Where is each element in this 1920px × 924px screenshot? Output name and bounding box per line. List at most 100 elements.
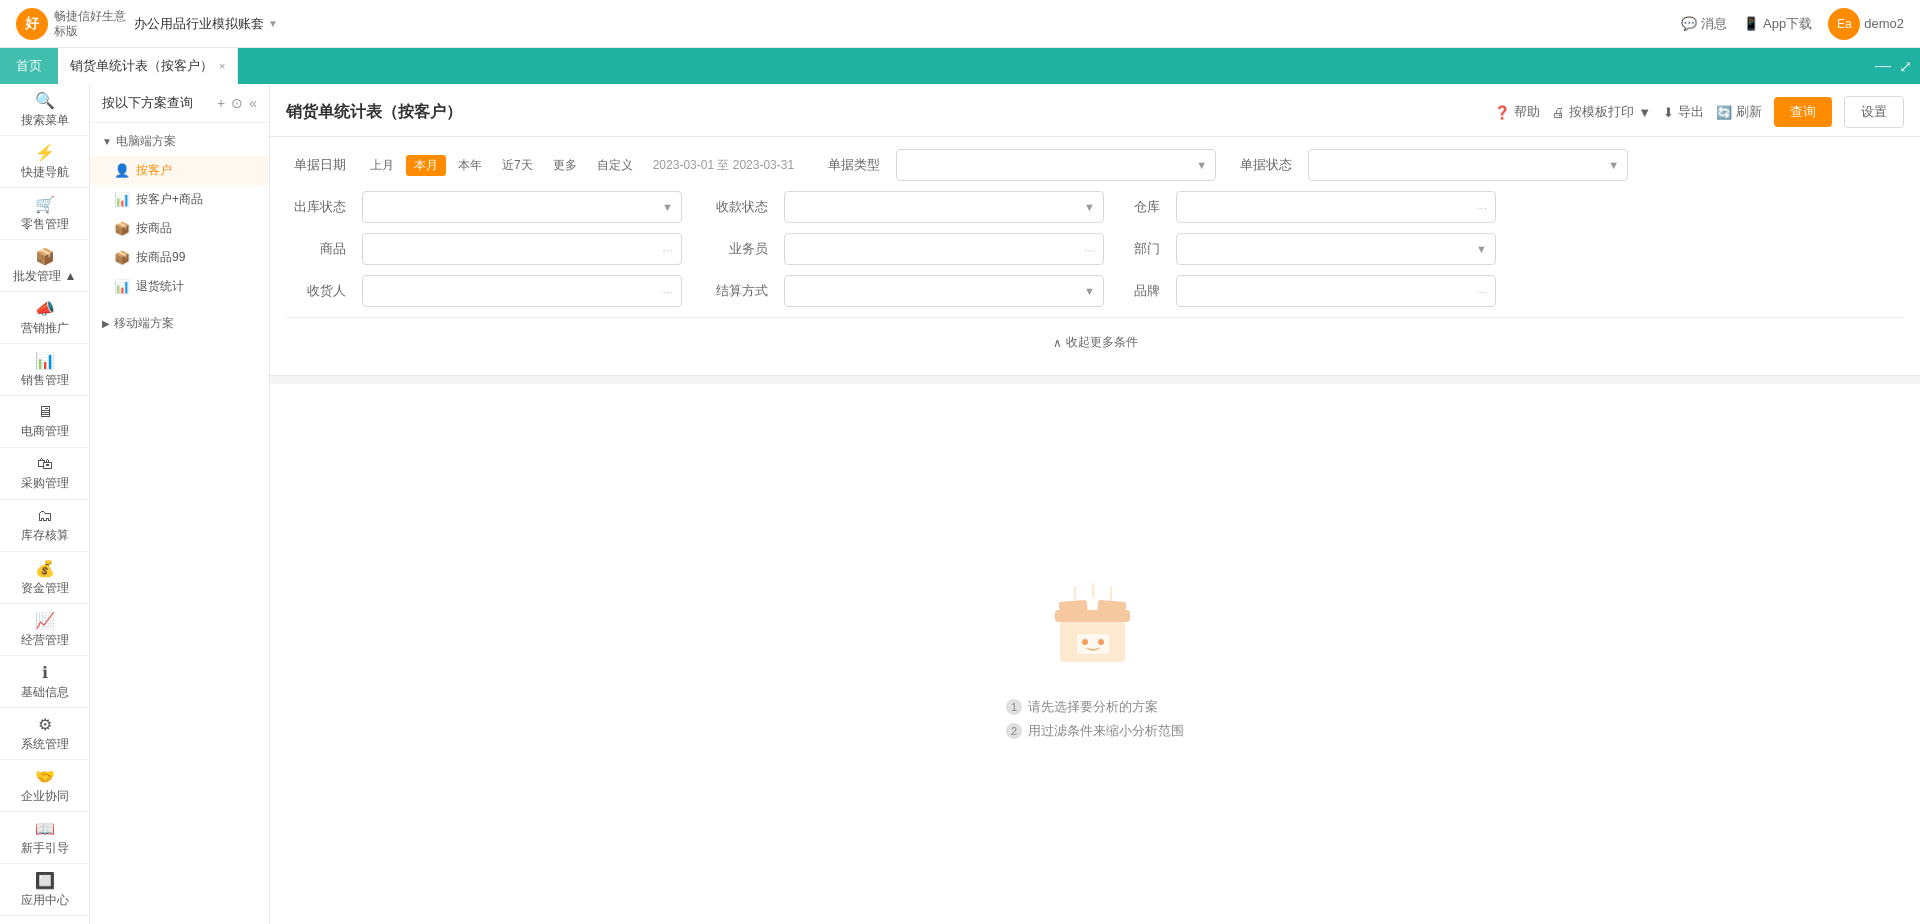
- svg-rect-3: [1055, 610, 1130, 622]
- scheme-by-goods99[interactable]: 📦 按商品99: [90, 243, 269, 272]
- tab-maximize-icon[interactable]: ⤢: [1899, 57, 1912, 76]
- date-tab-7days[interactable]: 近7天: [494, 155, 541, 176]
- warehouse-select[interactable]: ···: [1176, 191, 1496, 223]
- app-download-button[interactable]: 📱 App下载: [1743, 15, 1812, 33]
- expand-icon: ▲: [65, 269, 77, 283]
- logo-icon: 好: [16, 8, 48, 40]
- empty-tip-1: 1 请先选择要分析的方案: [1006, 698, 1184, 716]
- sidebar-item-ecommerce[interactable]: 🖥 电商管理: [0, 396, 89, 448]
- sidebar-item-inventory[interactable]: 🗂 库存核算: [0, 500, 89, 552]
- goods-select[interactable]: ···: [362, 233, 682, 265]
- settlement-select[interactable]: ▼: [784, 275, 1104, 307]
- stock-status-select[interactable]: ▼: [362, 191, 682, 223]
- search-icon: 🔍: [35, 91, 55, 110]
- payment-status-select[interactable]: ▼: [784, 191, 1104, 223]
- tab-minimize-icon[interactable]: —: [1875, 57, 1891, 75]
- filter-row-1: 单据日期 上月 本月 本年 近7天 更多 自定义 2023-03-01 至 20…: [286, 149, 1904, 181]
- sidebar-item-wholesale[interactable]: 📦 批发管理 ▲: [0, 240, 89, 292]
- tab-close-icon[interactable]: ×: [219, 60, 225, 72]
- sidebar-item-retail[interactable]: 🛒 零售管理: [0, 188, 89, 240]
- logo-area: 好 畅捷信好生意 标版: [16, 8, 126, 40]
- desktop-scheme-header[interactable]: ▼ 电脑端方案: [90, 127, 269, 156]
- customer-goods-icon: 📊: [114, 192, 130, 207]
- order-type-arrow-icon: ▼: [1196, 159, 1207, 171]
- sidebar-item-wechat[interactable]: 💬 企业微信: [0, 916, 89, 924]
- message-button[interactable]: 💬 消息: [1681, 15, 1727, 33]
- sidebar-item-sales[interactable]: 📊 销售管理: [0, 344, 89, 396]
- main-layout: 🔍 搜索菜单 ⚡ 快捷导航 🛒 零售管理 📦 批发管理 ▲ 📣 营销推广 📊 销…: [0, 84, 1920, 924]
- query-button[interactable]: 查询: [1774, 97, 1832, 127]
- sidebar-item-purchase[interactable]: 🛍 采购管理: [0, 448, 89, 500]
- print-button[interactable]: 🖨 按模板打印 ▼: [1552, 103, 1651, 121]
- department-select[interactable]: ▼: [1176, 233, 1496, 265]
- mobile-scheme-header[interactable]: ▶ 移动端方案: [90, 309, 269, 338]
- scheme-by-customer-goods[interactable]: 📊 按客户+商品: [90, 185, 269, 214]
- salesperson-select[interactable]: ···: [784, 233, 1104, 265]
- scheme-by-goods[interactable]: 📦 按商品: [90, 214, 269, 243]
- date-tab-more[interactable]: 更多: [545, 155, 585, 176]
- date-label: 单据日期: [286, 156, 346, 174]
- sidebar-item-quicknav[interactable]: ⚡ 快捷导航: [0, 136, 89, 188]
- brand-dots-icon: ···: [1476, 284, 1487, 299]
- empty-svg-illustration: [1045, 572, 1145, 672]
- add-scheme-button[interactable]: +: [217, 95, 225, 111]
- order-type-label: 单据类型: [810, 156, 880, 174]
- help-button[interactable]: ❓ 帮助: [1494, 103, 1540, 121]
- left-panel-header: 按以下方案查询 + ⊙ «: [90, 84, 269, 123]
- date-tab-thismonth[interactable]: 本月: [406, 155, 446, 176]
- filter-area: 单据日期 上月 本月 本年 近7天 更多 自定义 2023-03-01 至 20…: [270, 137, 1920, 376]
- receiver-dots-icon: ···: [662, 284, 673, 299]
- quicknav-icon: ⚡: [35, 143, 55, 162]
- export-button[interactable]: ⬇ 导出: [1663, 103, 1704, 121]
- logo-text: 畅捷信好生意 标版: [54, 9, 126, 38]
- payment-status-arrow-icon: ▼: [1084, 201, 1095, 213]
- scheme-return-stats[interactable]: 📊 退货统计: [90, 272, 269, 301]
- date-tab-thisyear[interactable]: 本年: [450, 155, 490, 176]
- receiver-select[interactable]: ···: [362, 275, 682, 307]
- return-stats-icon: 📊: [114, 279, 130, 294]
- content-area: 销货单统计表（按客户） ❓ 帮助 🖨 按模板打印 ▼ ⬇ 导出 🔄 刷新: [270, 84, 1920, 924]
- finance-icon: 💰: [35, 559, 55, 578]
- user-profile[interactable]: Ea demo2: [1828, 8, 1904, 40]
- sidebar-item-guide[interactable]: 📖 新手引导: [0, 812, 89, 864]
- basicinfo-icon: ℹ: [42, 663, 48, 682]
- sidebar-item-system[interactable]: ⚙ 系统管理: [0, 708, 89, 760]
- setting-button[interactable]: 设置: [1844, 96, 1904, 128]
- scheme-by-customer[interactable]: 👤 按客户: [90, 156, 269, 185]
- sidebar-item-appcenter[interactable]: 🔲 应用中心: [0, 864, 89, 916]
- order-status-arrow-icon: ▼: [1608, 159, 1619, 171]
- salesperson-label: 业务员: [698, 240, 768, 258]
- tab-right-actions: — ⤢: [1875, 57, 1920, 76]
- sidebar-item-operations[interactable]: 📈 经营管理: [0, 604, 89, 656]
- tab-active[interactable]: 销货单统计表（按客户） ×: [58, 48, 238, 84]
- collapse-button[interactable]: ∧ 收起更多条件: [1053, 328, 1138, 357]
- sidebar-item-marketing[interactable]: 📣 营销推广: [0, 292, 89, 344]
- brand-select[interactable]: ···: [1176, 275, 1496, 307]
- sidebar-item-collab[interactable]: 🤝 企业协同: [0, 760, 89, 812]
- operations-icon: 📈: [35, 611, 55, 630]
- scheme-settings-icon[interactable]: ⊙: [231, 95, 243, 111]
- filter-row-3: 商品 ··· 业务员 ··· 部门 ▼: [286, 233, 1904, 265]
- wholesale-icon: 📦: [35, 247, 55, 266]
- tab-home[interactable]: 首页: [0, 48, 58, 84]
- app-selector[interactable]: 办公用品行业模拟账套 ▼: [134, 15, 278, 33]
- refresh-button[interactable]: 🔄 刷新: [1716, 103, 1762, 121]
- tip-num-2: 2: [1006, 723, 1022, 739]
- sidebar-item-search[interactable]: 🔍 搜索菜单: [0, 84, 89, 136]
- collapse-panel-icon[interactable]: «: [249, 95, 257, 111]
- sidebar-item-basicinfo[interactable]: ℹ 基础信息: [0, 656, 89, 708]
- top-header: 好 畅捷信好生意 标版 办公用品行业模拟账套 ▼ 💬 消息 📱 App下载 Ea…: [0, 0, 1920, 48]
- brand-label: 品牌: [1120, 282, 1160, 300]
- settlement-arrow-icon: ▼: [1084, 285, 1095, 297]
- goods-label: 商品: [286, 240, 346, 258]
- order-type-select[interactable]: ▼: [896, 149, 1216, 181]
- date-tab-lastmonth[interactable]: 上月: [362, 155, 402, 176]
- stock-status-label: 出库状态: [286, 198, 346, 216]
- sidebar-item-finance[interactable]: 💰 资金管理: [0, 552, 89, 604]
- section-arrow-icon: ▼: [102, 136, 112, 147]
- department-arrow-icon: ▼: [1476, 243, 1487, 255]
- tab-bar: 首页 销货单统计表（按客户） × — ⤢: [0, 48, 1920, 84]
- date-tab-custom[interactable]: 自定义: [589, 155, 641, 176]
- header-right: 💬 消息 📱 App下载 Ea demo2: [1681, 8, 1904, 40]
- order-status-select[interactable]: ▼: [1308, 149, 1628, 181]
